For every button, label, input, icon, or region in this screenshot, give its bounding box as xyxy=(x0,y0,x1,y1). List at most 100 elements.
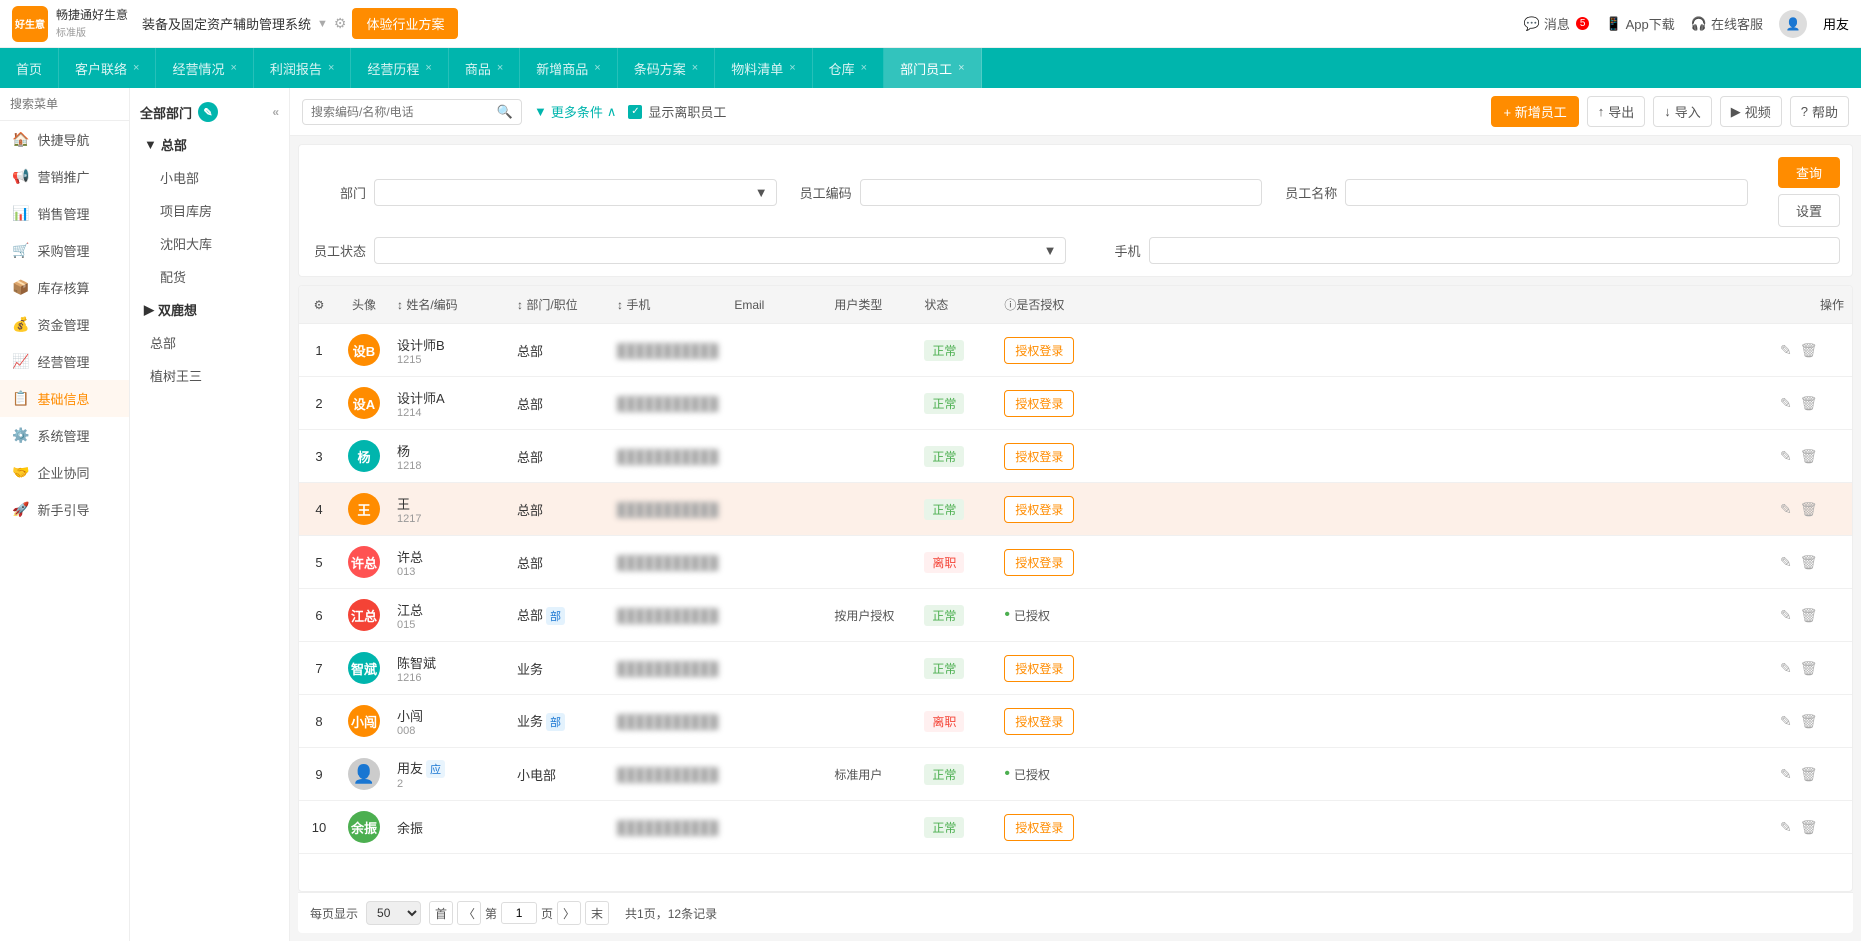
col-settings[interactable]: ⚙ xyxy=(299,286,339,324)
tab-history[interactable]: 经营历程 × xyxy=(351,48,448,88)
delete-icon[interactable]: 🗑 xyxy=(1800,766,1818,783)
export-button[interactable]: ↑ 导出 xyxy=(1587,96,1646,127)
sidebar-search-input[interactable] xyxy=(10,97,130,111)
system-title-dropdown-icon[interactable]: ▼ xyxy=(317,18,328,30)
delete-icon[interactable]: 🗑 xyxy=(1800,501,1818,518)
tab-close-active-icon[interactable]: × xyxy=(958,62,964,74)
delete-icon[interactable]: 🗑 xyxy=(1800,819,1818,836)
search-input[interactable] xyxy=(311,105,491,119)
tab-close-icon[interactable]: × xyxy=(328,62,334,74)
dept-group-shuanglu[interactable]: ▶ 双鹿想 xyxy=(130,293,289,326)
online-service-item[interactable]: 🎧 在线客服 xyxy=(1691,14,1763,33)
sidebar-item-operation[interactable]: 📈 经营管理 xyxy=(0,343,129,380)
more-filter-button[interactable]: ▼ 更多条件 ∧ xyxy=(534,102,616,121)
auth-button[interactable]: 授权登录 xyxy=(1004,655,1074,682)
auth-button[interactable]: 授权登录 xyxy=(1004,549,1074,576)
tab-customer[interactable]: 客户联络 × xyxy=(59,48,156,88)
dept-item-zhishu[interactable]: 植树王三 xyxy=(130,359,289,392)
tab-dept-employee[interactable]: 部门员工 × xyxy=(884,48,981,88)
sidebar-item-nav[interactable]: 🏠 快捷导航 xyxy=(0,121,129,158)
settings-button[interactable]: 设置 xyxy=(1778,194,1840,227)
tab-close-icon[interactable]: × xyxy=(133,62,139,74)
auth-button[interactable]: 授权登录 xyxy=(1004,390,1074,417)
tab-barcode[interactable]: 条码方案 × xyxy=(618,48,715,88)
tab-add-product[interactable]: 新增商品 × xyxy=(520,48,617,88)
first-page-btn[interactable]: 首 xyxy=(429,901,453,925)
tab-close-icon[interactable]: × xyxy=(594,62,600,74)
sidebar-item-inventory[interactable]: 📦 库存核算 xyxy=(0,269,129,306)
tab-home[interactable]: 首页 xyxy=(0,48,59,88)
edit-icon[interactable]: ✎ xyxy=(1780,501,1792,518)
tab-close-icon[interactable]: × xyxy=(692,62,698,74)
tab-product[interactable]: 商品 × xyxy=(449,48,520,88)
tab-business[interactable]: 经营情况 × xyxy=(156,48,253,88)
page-number-input[interactable] xyxy=(501,902,537,924)
delete-icon[interactable]: 🗑 xyxy=(1800,554,1818,571)
message-item[interactable]: 💬 消息 5 xyxy=(1524,14,1590,33)
dept-collapse-icon[interactable]: « xyxy=(272,105,279,119)
tab-close-icon[interactable]: × xyxy=(230,62,236,74)
col-dept-header[interactable]: ↕ 部门/职位 xyxy=(509,286,609,324)
show-resigned-checkbox[interactable]: ✓ xyxy=(628,105,642,119)
dept-group-zongbu[interactable]: ▼ 总部 xyxy=(130,128,289,161)
filter-emp-name-input[interactable] xyxy=(1345,179,1748,206)
sidebar-item-system[interactable]: ⚙️ 系统管理 xyxy=(0,417,129,454)
sidebar-item-purchase[interactable]: 🛒 采购管理 xyxy=(0,232,129,269)
edit-icon[interactable]: ✎ xyxy=(1780,607,1792,624)
video-button[interactable]: ▶ 视频 xyxy=(1720,96,1782,127)
edit-icon[interactable]: ✎ xyxy=(1780,395,1792,412)
tab-close-icon[interactable]: × xyxy=(861,62,867,74)
dept-item-project[interactable]: 项目库房 xyxy=(130,194,289,227)
dept-item-xiaodian[interactable]: 小电部 xyxy=(130,161,289,194)
delete-icon[interactable]: 🗑 xyxy=(1800,607,1818,624)
dept-item-shenyang[interactable]: 沈阳大库 xyxy=(130,227,289,260)
sidebar-item-guide[interactable]: 🚀 新手引导 xyxy=(0,491,129,528)
add-employee-button[interactable]: + 新增员工 xyxy=(1491,96,1578,127)
edit-icon[interactable]: ✎ xyxy=(1780,660,1792,677)
tab-warehouse[interactable]: 仓库 × xyxy=(813,48,884,88)
edit-icon[interactable]: ✎ xyxy=(1780,448,1792,465)
tab-close-icon[interactable]: × xyxy=(497,62,503,74)
dept-item-zongbu[interactable]: 总部 xyxy=(130,326,289,359)
col-name-header[interactable]: ↕ 姓名/编码 xyxy=(389,286,509,324)
page-size-select[interactable]: 50 20 100 xyxy=(366,901,421,925)
edit-icon[interactable]: ✎ xyxy=(1780,342,1792,359)
edit-icon[interactable]: ✎ xyxy=(1780,554,1792,571)
trial-button[interactable]: 体验行业方案 xyxy=(352,8,458,39)
edit-icon[interactable]: ✎ xyxy=(1780,713,1792,730)
delete-icon[interactable]: 🗑 xyxy=(1800,448,1818,465)
user-avatar[interactable]: 👤 xyxy=(1779,10,1807,38)
filter-emp-code-input[interactable] xyxy=(860,179,1263,206)
auth-button[interactable]: 授权登录 xyxy=(1004,814,1074,841)
query-button[interactable]: 查询 xyxy=(1778,157,1840,188)
sidebar-item-sales[interactable]: 📊 销售管理 xyxy=(0,195,129,232)
filter-dept-select[interactable]: ▼ xyxy=(374,179,777,206)
delete-icon[interactable]: 🗑 xyxy=(1800,342,1818,359)
tab-close-icon[interactable]: × xyxy=(425,62,431,74)
tab-profit[interactable]: 利润报告 × xyxy=(254,48,351,88)
next-page-btn[interactable]: 〉 xyxy=(557,901,581,925)
filter-emp-status-select[interactable]: ▼ xyxy=(374,237,1066,264)
auth-button[interactable]: 授权登录 xyxy=(1004,708,1074,735)
show-resigned-toggle[interactable]: ✓ 显示离职员工 xyxy=(628,102,726,121)
auth-button[interactable]: 授权登录 xyxy=(1004,443,1074,470)
app-download-item[interactable]: 📱 App下载 xyxy=(1605,14,1674,33)
sidebar-item-basic-info[interactable]: 📋 基础信息 xyxy=(0,380,129,417)
sidebar-item-finance[interactable]: 💰 资金管理 xyxy=(0,306,129,343)
tab-close-icon[interactable]: × xyxy=(789,62,795,74)
auth-button[interactable]: 授权登录 xyxy=(1004,496,1074,523)
sidebar-item-collab[interactable]: 🤝 企业协同 xyxy=(0,454,129,491)
delete-icon[interactable]: 🗑 xyxy=(1800,660,1818,677)
col-phone-header[interactable]: ↕ 手机 xyxy=(609,286,726,324)
prev-page-btn[interactable]: 〈 xyxy=(457,901,481,925)
dept-item-peihuo[interactable]: 配货 xyxy=(130,260,289,293)
tab-bom[interactable]: 物料清单 × xyxy=(715,48,812,88)
edit-icon[interactable]: ✎ xyxy=(1780,819,1792,836)
filter-phone-input[interactable] xyxy=(1149,237,1841,264)
auth-button[interactable]: 授权登录 xyxy=(1004,337,1074,364)
edit-icon[interactable]: ✎ xyxy=(1780,766,1792,783)
help-button[interactable]: ? 帮助 xyxy=(1790,96,1849,127)
delete-icon[interactable]: 🗑 xyxy=(1800,713,1818,730)
last-page-btn[interactable]: 末 xyxy=(585,901,609,925)
sidebar-item-marketing[interactable]: 📢 营销推广 xyxy=(0,158,129,195)
